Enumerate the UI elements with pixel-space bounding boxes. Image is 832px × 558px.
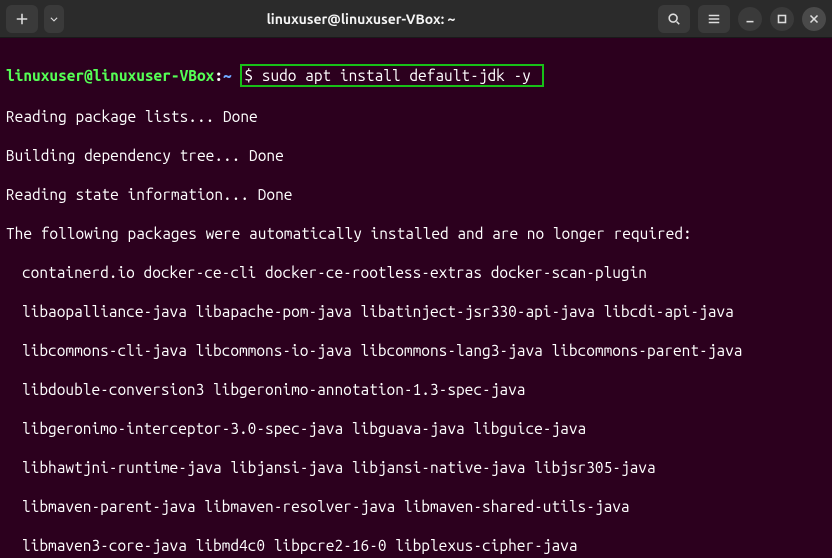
maximize-button[interactable] [770, 7, 794, 31]
output-line: libgeronimo-interceptor-3.0-spec-java li… [6, 419, 826, 439]
command-highlight-box: $ sudo apt install default-jdk -y [240, 64, 543, 88]
output-line: libaopalliance-java libapache-pom-java l… [6, 302, 826, 322]
search-icon [667, 12, 681, 26]
chevron-down-icon [49, 14, 59, 24]
output-line: libmaven3-core-java libmd4c0 libpcre2-16… [6, 536, 826, 556]
minimize-button[interactable] [738, 7, 762, 31]
terminal-area[interactable]: linuxuser@linuxuser-VBox:~ $ sudo apt in… [0, 38, 832, 558]
prompt-colon: : [214, 67, 223, 84]
output-line: libhawtjni-runtime-java libjansi-java li… [6, 458, 826, 478]
close-button[interactable] [802, 7, 826, 31]
output-line: libcommons-cli-java libcommons-io-java l… [6, 341, 826, 361]
output-line: Building dependency tree... Done [6, 146, 826, 166]
new-tab-dropdown-button[interactable] [44, 5, 64, 33]
output-line: libmaven-parent-java libmaven-resolver-j… [6, 497, 826, 517]
prompt-symbol: $ [244, 67, 253, 84]
search-button[interactable] [658, 5, 690, 33]
prompt-line: linuxuser@linuxuser-VBox:~ $ sudo apt in… [6, 64, 826, 88]
output-line: libdouble-conversion3 libgeronimo-annota… [6, 380, 826, 400]
output-line: containerd.io docker-ce-cli docker-ce-ro… [6, 263, 826, 283]
output-line: Reading package lists... Done [6, 107, 826, 127]
output-line: Reading state information... Done [6, 185, 826, 205]
prompt-path: ~ [223, 67, 232, 84]
menu-button[interactable] [698, 5, 730, 33]
plus-icon [15, 12, 29, 26]
output-line: The following packages were automaticall… [6, 224, 826, 244]
close-icon [807, 12, 821, 26]
window-title: linuxuser@linuxuser-VBox: ~ [70, 11, 652, 27]
command-text: sudo apt install default-jdk -y [262, 67, 531, 84]
minimize-icon [743, 12, 757, 26]
new-tab-button[interactable] [6, 5, 38, 33]
titlebar: linuxuser@linuxuser-VBox: ~ [0, 0, 832, 38]
maximize-icon [775, 12, 789, 26]
hamburger-icon [707, 12, 721, 26]
prompt-user-host: linuxuser@linuxuser-VBox [6, 67, 214, 84]
